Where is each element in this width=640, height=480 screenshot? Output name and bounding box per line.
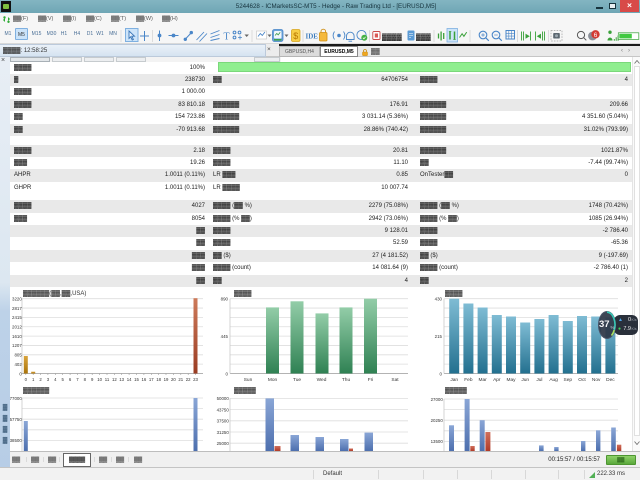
svg-text:▓▓▓▓: ▓▓▓▓ [445, 290, 463, 297]
svg-text:18: 18 [156, 377, 161, 382]
svg-text:430: 430 [435, 297, 443, 302]
svg-text:15: 15 [134, 377, 139, 382]
svg-text:Oct: Oct [578, 377, 586, 383]
svg-text:IDE: IDE [306, 33, 319, 41]
svg-text:2817: 2817 [12, 306, 22, 311]
svg-text:Sun: Sun [244, 377, 253, 383]
svg-text:Feb: Feb [464, 377, 473, 383]
svg-text:20250: 20250 [431, 418, 444, 423]
svg-text:▓▓▓▓▓: ▓▓▓▓▓ [234, 387, 256, 394]
svg-text:38500: 38500 [10, 438, 22, 443]
svg-text:4: 4 [54, 377, 57, 382]
svg-text:20: 20 [171, 377, 176, 382]
svg-text:Mar: Mar [478, 377, 487, 383]
svg-text:Nov: Nov [592, 377, 601, 383]
svg-text:50000: 50000 [217, 396, 230, 401]
svg-text:25000: 25000 [217, 441, 230, 446]
svg-text:Aug: Aug [549, 377, 558, 383]
svg-text:6: 6 [69, 377, 72, 382]
svg-text:Sep: Sep [564, 377, 573, 383]
svg-text:23: 23 [193, 377, 198, 382]
svg-text:77000: 77000 [10, 396, 22, 401]
svg-text:31250: 31250 [217, 430, 230, 435]
svg-text:2012: 2012 [12, 325, 22, 330]
svg-text:0: 0 [440, 371, 443, 376]
svg-text:▓▓▓▓: ▓▓▓▓ [382, 33, 402, 41]
svg-text:Thu: Thu [342, 377, 351, 383]
svg-text:May: May [506, 377, 516, 383]
svg-text:19: 19 [164, 377, 169, 382]
svg-text:Apr: Apr [493, 377, 501, 383]
svg-text:805: 805 [14, 353, 22, 358]
svg-text:$: $ [293, 31, 298, 41]
svg-text:445: 445 [221, 334, 229, 339]
svg-text:22: 22 [186, 377, 191, 382]
svg-text:Wed: Wed [317, 377, 327, 383]
svg-text:▓▓▓▓▓▓(▓▓,▓▓,USA): ▓▓▓▓▓▓(▓▓,▓▓,USA) [23, 290, 86, 297]
svg-text:Jan: Jan [450, 377, 458, 383]
svg-text:Mon: Mon [268, 377, 278, 383]
svg-text:9: 9 [91, 377, 94, 382]
svg-text:Jun: Jun [521, 377, 529, 383]
svg-text:13: 13 [119, 377, 124, 382]
svg-text:Sat: Sat [391, 377, 399, 383]
svg-text:14: 14 [127, 377, 132, 382]
svg-text:27000: 27000 [431, 397, 444, 402]
svg-text:17: 17 [149, 377, 154, 382]
svg-text:57750: 57750 [10, 417, 22, 422]
svg-text:5: 5 [62, 377, 65, 382]
svg-text:▓▓▓▓: ▓▓▓▓ [234, 290, 252, 297]
svg-text:43750: 43750 [217, 407, 230, 412]
svg-text:13500: 13500 [431, 439, 444, 444]
svg-text:T: T [224, 32, 230, 43]
svg-text:1610: 1610 [12, 334, 22, 339]
svg-text:215: 215 [435, 334, 443, 339]
svg-text:1: 1 [32, 377, 35, 382]
svg-text:Dec: Dec [606, 377, 615, 383]
svg-text:7: 7 [76, 377, 79, 382]
svg-text:0: 0 [226, 371, 229, 376]
svg-text:21: 21 [178, 377, 183, 382]
svg-text:▓▓▓▓▓▓: ▓▓▓▓▓▓ [23, 387, 50, 394]
svg-text:Jul: Jul [536, 377, 542, 383]
svg-text:3: 3 [47, 377, 50, 382]
svg-text:10: 10 [97, 377, 102, 382]
svg-text:2: 2 [39, 377, 42, 382]
svg-text:16: 16 [142, 377, 147, 382]
svg-text:Fri: Fri [368, 377, 374, 383]
svg-text:8: 8 [84, 377, 87, 382]
svg-text:2415: 2415 [12, 315, 22, 320]
svg-text:12: 12 [112, 377, 117, 382]
svg-text:▓▓▓: ▓▓▓ [416, 33, 431, 41]
svg-text:11: 11 [105, 377, 110, 382]
svg-text:0: 0 [25, 377, 28, 382]
svg-text:37500: 37500 [217, 419, 230, 424]
svg-text:402: 402 [14, 362, 22, 367]
svg-text:1207: 1207 [12, 343, 22, 348]
svg-text:3220: 3220 [12, 297, 22, 302]
svg-text:6: 6 [594, 32, 598, 39]
svg-text:▓▓▓▓▓: ▓▓▓▓▓ [445, 387, 467, 394]
svg-text:890: 890 [221, 297, 229, 302]
svg-text:Tue: Tue [293, 377, 301, 383]
